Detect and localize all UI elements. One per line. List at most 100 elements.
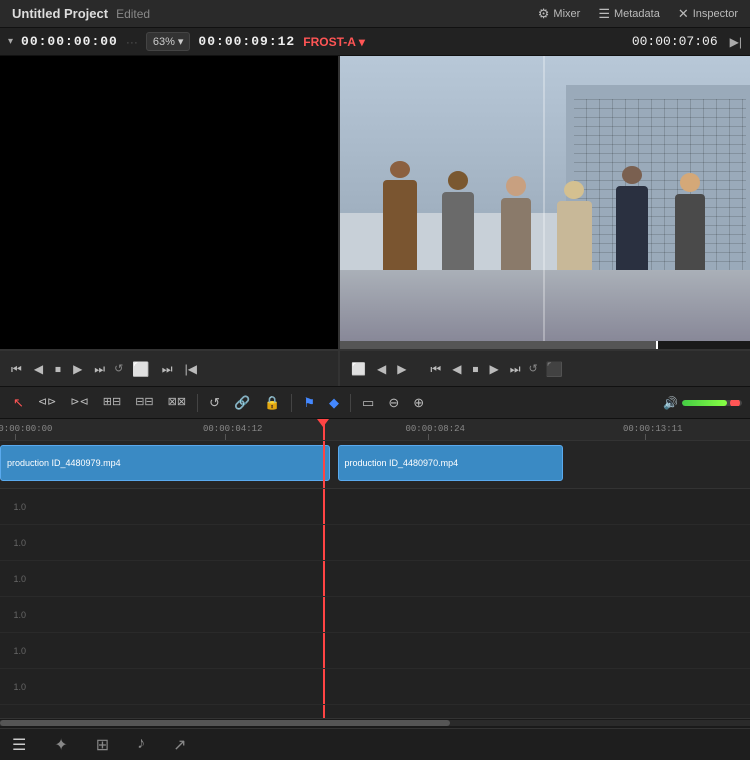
select-tool[interactable]: ↖: [8, 393, 29, 412]
volume-control: 🔊: [663, 396, 742, 410]
skip-to-end-btn[interactable]: ⏭: [91, 361, 108, 377]
step-back-btn[interactable]: ◀: [31, 361, 46, 377]
title-bar-left: Untitled Project Edited: [12, 6, 150, 21]
program-video: [340, 56, 750, 341]
clip-1-label: production ID_4480979.mp4: [7, 458, 121, 468]
bottom-tab-icons: ☰ ✦ ⊞ ♪ ↗: [8, 733, 191, 757]
timeline-scrollbar[interactable]: [0, 718, 750, 728]
monitor-progress-head: [656, 341, 658, 349]
transport-area: ⏮ ◀ ⏹ ▶ ⏭ ↺ ⬜ ⏭ |◀ ⬜ ◀ ▶ ⏮ ◀ ⏹ ▶ ⏭ ↺ ⬛: [0, 351, 750, 387]
skip-to-start-btn[interactable]: ⏮: [8, 361, 25, 377]
share-tab[interactable]: ↗: [169, 733, 190, 757]
skip-next-btn[interactable]: ⏭: [159, 361, 176, 377]
audio-playhead-4: [323, 633, 325, 668]
playhead-triangle: [317, 419, 329, 427]
zoom-level-display[interactable]: 63% ▾: [146, 32, 191, 51]
separator-2: [291, 394, 292, 412]
title-bar-right: ⚙ Mixer ☰ Metadata ✕ Inspector: [538, 6, 738, 22]
volume-icon[interactable]: 🔊: [663, 396, 678, 410]
undo-tool[interactable]: ↺: [204, 393, 225, 412]
audio-playhead-1: [323, 525, 325, 560]
track-content-video: production ID_4480979.mp4 production ID_…: [0, 441, 750, 488]
play-btn[interactable]: ▶: [70, 361, 85, 377]
effects-tab[interactable]: ✦: [50, 733, 71, 757]
flag-tool[interactable]: ⚑: [298, 393, 320, 412]
audio-track-0: 1.0: [0, 489, 750, 525]
position-icon: ▶|: [730, 35, 742, 49]
program-transport: ⬜ ◀ ▶ ⏮ ◀ ⏹ ▶ ⏭ ↺ ⬛: [340, 351, 750, 386]
color-tool[interactable]: ◆: [324, 393, 344, 412]
audio-track-1: 1.0: [0, 525, 750, 561]
audio-track-label-4: 1.0: [0, 646, 30, 656]
trim-tool2[interactable]: ⊳⊲: [65, 394, 93, 411]
remove-tool[interactable]: ⊖: [383, 393, 404, 412]
trim-tool1[interactable]: ⊲⊳: [33, 394, 61, 411]
ruler-label: 00:00:13:11: [623, 424, 682, 434]
mark-btn[interactable]: |◀: [182, 361, 200, 377]
video-playhead-line: [543, 56, 545, 341]
position-timecode: 00:00:07:06: [632, 34, 718, 49]
prog-skip-end[interactable]: ⏭: [507, 361, 524, 377]
mixer-menu-item[interactable]: ⚙ Mixer: [538, 6, 581, 22]
audio-playhead-0: [323, 489, 325, 524]
metadata-icon: ☰: [598, 6, 610, 22]
lock-tool[interactable]: 🔒: [259, 393, 285, 412]
audio-track-label-3: 1.0: [0, 610, 30, 620]
separator-1: [197, 394, 198, 412]
bottom-bar: ☰ ✦ ⊞ ♪ ↗: [0, 728, 750, 760]
add-tool[interactable]: ⊕: [408, 393, 429, 412]
source-transport: ⏮ ◀ ⏹ ▶ ⏭ ↺ ⬜ ⏭ |◀: [0, 351, 340, 386]
audio-track-label-0: 1.0: [0, 502, 30, 512]
scrollbar-thumb[interactable]: [0, 720, 450, 726]
ruler-label: 00:00:04:12: [203, 424, 262, 434]
program-nav-fwd[interactable]: ▶: [394, 361, 409, 377]
clip-2[interactable]: production ID_4480970.mp4: [338, 445, 563, 481]
mixer-label: Mixer: [553, 8, 580, 20]
rect-tool[interactable]: ▭: [357, 393, 379, 412]
frost-chevron: ▾: [359, 35, 365, 49]
audio-track-3: 1.0: [0, 597, 750, 633]
stop-btn[interactable]: ⏹: [52, 361, 64, 377]
ruler-tick: [428, 434, 429, 440]
prog-skip-start[interactable]: ⏮: [427, 361, 444, 377]
timeline-ruler: 00:00:00:0000:00:04:1200:00:08:2400:00:1…: [0, 419, 750, 441]
audio-track-4: 1.0: [0, 633, 750, 669]
source-timecode: 00:00:00:00: [21, 34, 118, 49]
source-black-screen: [0, 56, 338, 349]
source-chevron[interactable]: ▾: [8, 36, 13, 47]
metadata-menu-item[interactable]: ☰ Metadata: [598, 6, 660, 22]
monitor-toggle-btn[interactable]: ⬜: [129, 360, 152, 378]
volume-bar[interactable]: [682, 400, 742, 406]
inspector-menu-item[interactable]: ✕ Inspector: [678, 6, 738, 22]
prog-step-back[interactable]: ◀: [449, 361, 464, 377]
slip-tool[interactable]: ⊠⊠: [163, 394, 191, 411]
prog-fullscreen[interactable]: ⬛: [543, 360, 566, 378]
multi-trim[interactable]: ⊞⊟: [98, 394, 126, 411]
prog-stop[interactable]: ⏹: [469, 361, 481, 377]
loop-btn[interactable]: ↺: [114, 362, 123, 375]
timeline-tab[interactable]: ☰: [8, 733, 30, 757]
clip-1[interactable]: production ID_4480979.mp4: [0, 445, 330, 481]
audio-track-label-5: 1.0: [0, 682, 30, 692]
prog-loop[interactable]: ↺: [529, 362, 538, 375]
color-label: FROST-A ▾: [303, 35, 365, 49]
program-monitor-btn[interactable]: ⬜: [348, 361, 369, 377]
link-tool[interactable]: 🔗: [229, 393, 255, 412]
transitions-tab[interactable]: ⊞: [92, 733, 113, 757]
program-nav-back[interactable]: ◀: [374, 361, 389, 377]
video-scene: [340, 56, 750, 341]
options-dots[interactable]: ···: [126, 35, 138, 49]
edited-label: Edited: [116, 7, 150, 21]
inspector-icon: ✕: [678, 6, 689, 22]
music-tab[interactable]: ♪: [133, 733, 149, 757]
roll-trim[interactable]: ⊟⊟: [130, 394, 158, 411]
audio-playhead-3: [323, 597, 325, 632]
preview-area: [0, 56, 750, 351]
audio-tracks: 1.01.01.01.01.01.01.0: [0, 489, 750, 718]
ruler-label: 00:00:08:24: [406, 424, 465, 434]
audio-track-label-1: 1.0: [0, 538, 30, 548]
prog-play[interactable]: ▶: [486, 361, 501, 377]
volume-knob: [730, 400, 740, 406]
metadata-label: Metadata: [614, 8, 660, 20]
title-bar: Untitled Project Edited ⚙ Mixer ☰ Metada…: [0, 0, 750, 28]
